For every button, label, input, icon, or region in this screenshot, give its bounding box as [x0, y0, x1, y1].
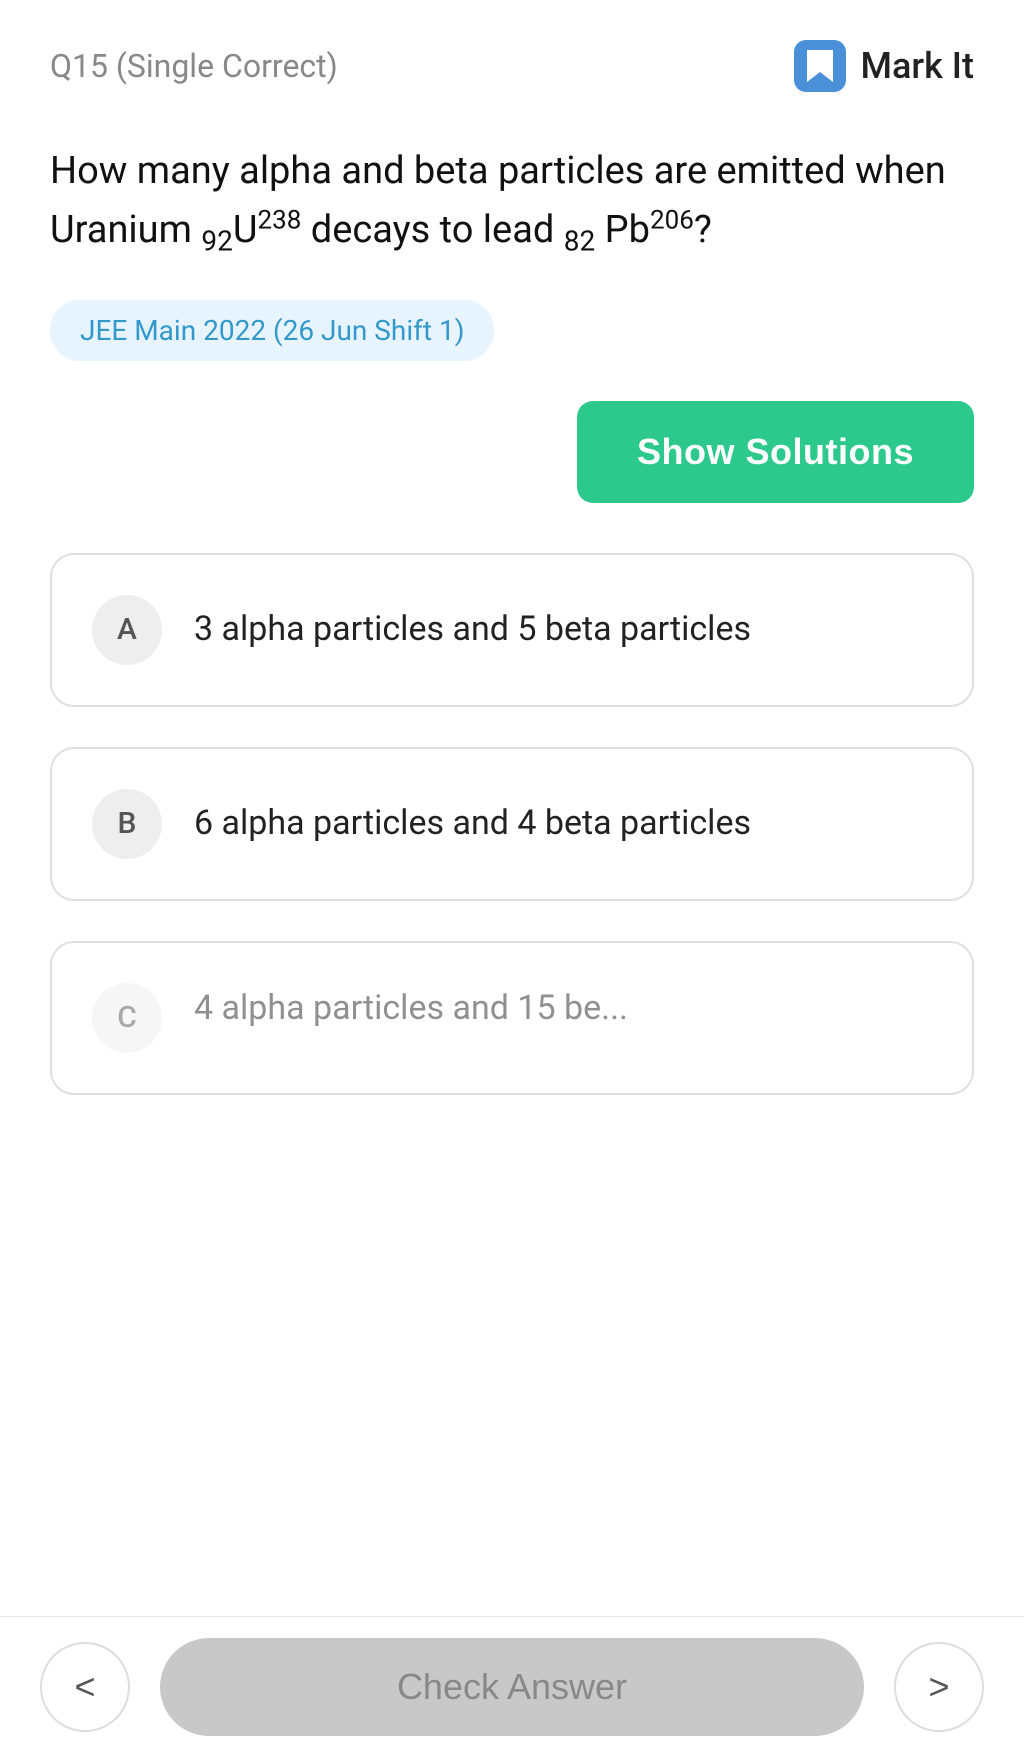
bookmark-icon[interactable] [794, 40, 846, 92]
option-c-letter: C [92, 983, 162, 1053]
option-c-text: 4 alpha particles and 15 be... [194, 983, 628, 1034]
next-button[interactable]: > [894, 1642, 984, 1732]
prev-button[interactable]: < [40, 1642, 130, 1732]
prev-icon: < [74, 1666, 95, 1708]
option-a-card[interactable]: A 3 alpha particles and 5 beta particles [50, 553, 974, 707]
solutions-container: Show Solutions [0, 371, 1024, 533]
next-icon: > [928, 1666, 949, 1708]
option-c-card[interactable]: C 4 alpha particles and 15 be... [50, 941, 974, 1095]
superscript-238: 238 [258, 205, 302, 235]
question-label: Q15 (Single Correct) [50, 47, 338, 85]
check-answer-button[interactable]: Check Answer [160, 1638, 864, 1736]
show-solutions-button[interactable]: Show Solutions [577, 401, 974, 503]
option-b-text: 6 alpha particles and 4 beta particles [194, 798, 751, 849]
tag-container: JEE Main 2022 (26 Jun Shift 1) [0, 280, 1024, 371]
question-body: How many alpha and beta particles are em… [0, 112, 1024, 280]
superscript-206: 206 [650, 205, 694, 235]
option-a-text: 3 alpha particles and 5 beta particles [194, 604, 751, 655]
exam-tag[interactable]: JEE Main 2022 (26 Jun Shift 1) [50, 300, 494, 361]
options-container: A 3 alpha particles and 5 beta particles… [0, 533, 1024, 1115]
option-b-card[interactable]: B 6 alpha particles and 4 beta particles [50, 747, 974, 901]
option-b-letter: B [92, 789, 162, 859]
header: Q15 (Single Correct) Mark It [0, 0, 1024, 112]
bottom-nav: < Check Answer > [0, 1616, 1024, 1756]
page-container: Q15 (Single Correct) Mark It How many al… [0, 0, 1024, 1756]
question-text: How many alpha and beta particles are em… [50, 142, 974, 260]
subscript-82: 82 [564, 224, 595, 257]
mark-it-label: Mark It [860, 45, 974, 87]
mark-it-container[interactable]: Mark It [794, 40, 974, 92]
option-a-letter: A [92, 595, 162, 665]
subscript-92: 92 [201, 224, 232, 257]
